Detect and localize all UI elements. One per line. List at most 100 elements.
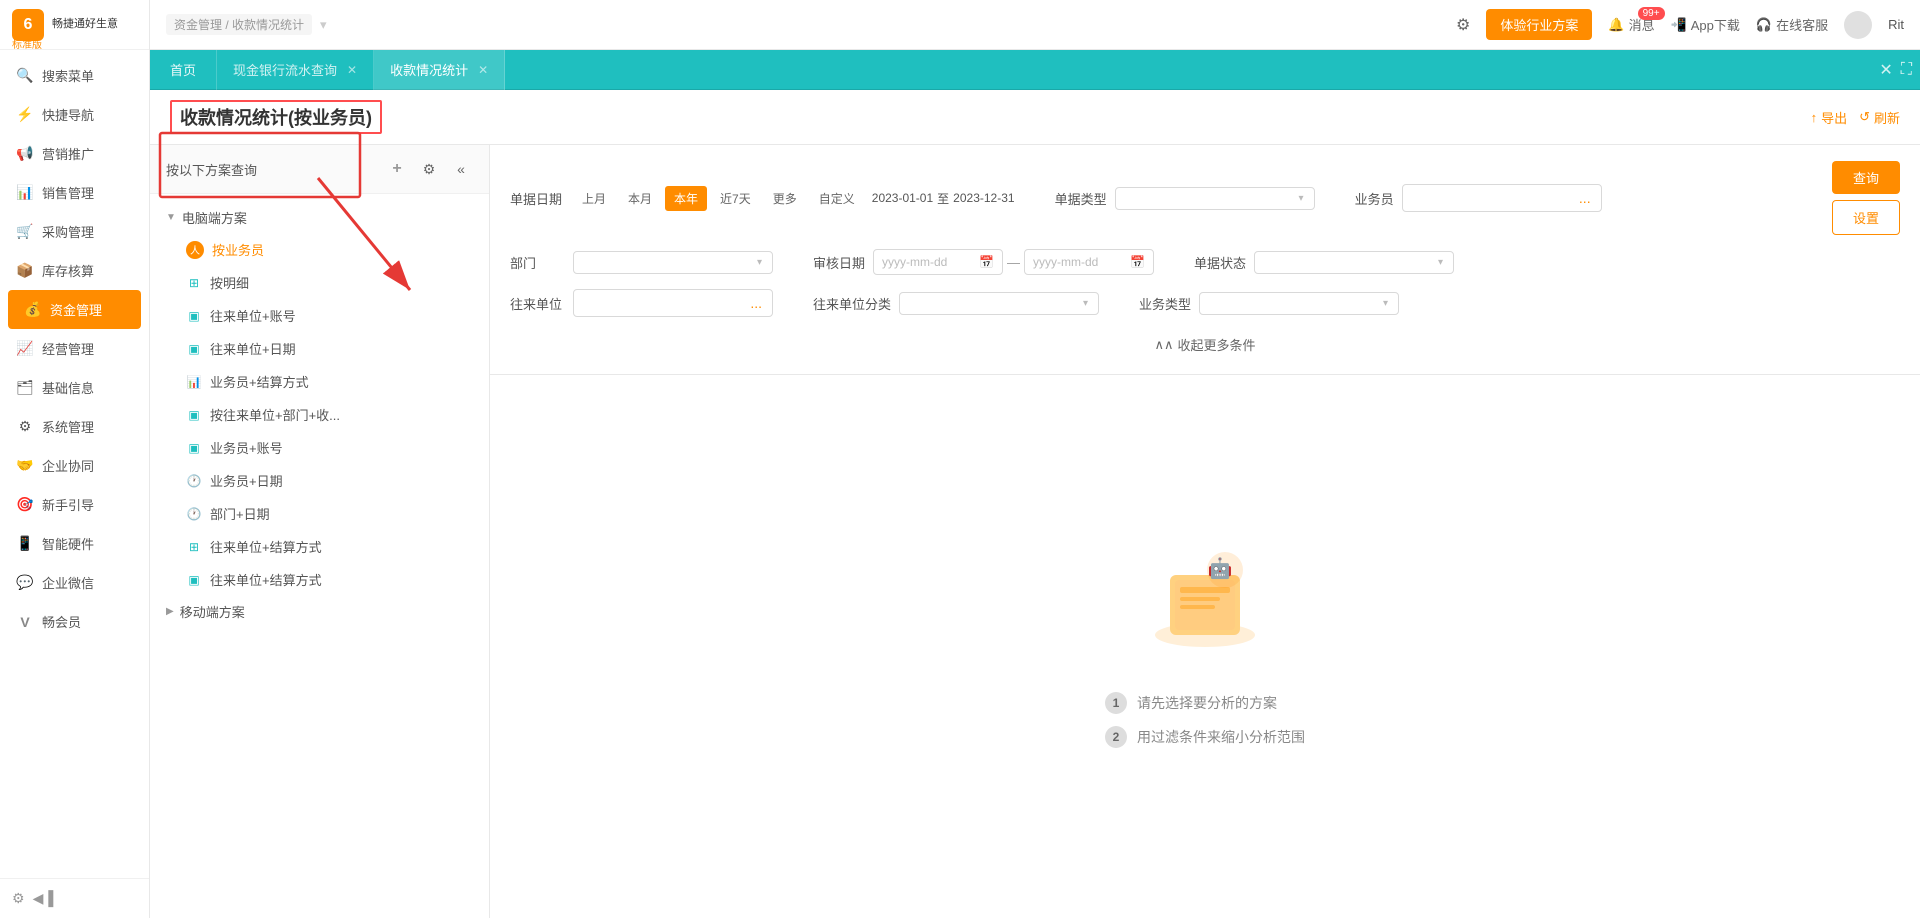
sidebar-item-guide[interactable]: 🎯 新手引导 [0, 485, 149, 524]
dept-select[interactable]: ▾ [573, 251, 773, 274]
review-date-start-placeholder: yyyy-mm-dd [882, 255, 947, 269]
sidebar-item-cooperation[interactable]: 🤝 企业协同 [0, 446, 149, 485]
review-date-end-input[interactable]: yyyy-mm-dd 📅 [1024, 249, 1154, 275]
date-range-separator: 至 [937, 190, 949, 207]
settings-button[interactable]: 设置 [1832, 200, 1900, 235]
inventory-nav-icon: 📦 [16, 262, 34, 280]
tab-receipts[interactable]: 收款情况统计 ✕ [374, 50, 505, 90]
page-title: 收款情况统计(按业务员) [170, 100, 382, 134]
sidebar-item-finance[interactable]: 💰 资金管理 [8, 290, 141, 329]
salesman-more-icon[interactable]: ... [1579, 190, 1591, 206]
tab-receipts-close-icon[interactable]: ✕ [478, 63, 488, 77]
sidebar-item-label: 经营管理 [42, 339, 94, 358]
sidebar-item-basic[interactable]: 🗂 基础信息 [0, 368, 149, 407]
desktop-group-header[interactable]: ▼ 电脑端方案 [150, 202, 489, 233]
bell-icon: 🔔 [1608, 17, 1624, 33]
sidebar-item-hardware[interactable]: 📱 智能硬件 [0, 524, 149, 563]
gear-icon[interactable]: ⚙ [1456, 15, 1470, 35]
doc-type-select[interactable]: ▾ [1115, 187, 1315, 210]
scheme-by-salesman[interactable]: 人 按业务员 [150, 233, 489, 266]
date-range-display: 2023-01-01 至 2023-12-31 [872, 190, 1015, 207]
calendar-end-icon: 📅 [1130, 255, 1145, 269]
partner-select[interactable]: ... [573, 289, 773, 317]
desktop-scheme-group: ▼ 电脑端方案 人 按业务员 ⊞ 按明细 ▣ [150, 202, 489, 596]
salesman-account-scheme-icon: ▣ [186, 440, 202, 456]
user-name: Rit [1888, 17, 1904, 32]
partner-cat-select[interactable]: ▾ [899, 292, 1099, 315]
query-button[interactable]: 查询 [1832, 161, 1900, 194]
scheme-by-salesman-date[interactable]: 🕐 业务员+日期 [150, 464, 489, 497]
scheme-by-unit-settle1[interactable]: ⊞ 往来单位+结算方式 [150, 530, 489, 563]
tab-bank[interactable]: 现金银行流水查询 ✕ [217, 50, 374, 90]
biz-type-select[interactable]: ▾ [1199, 292, 1399, 315]
biz-type-chevron-icon: ▾ [1383, 298, 1388, 309]
sidebar-item-search[interactable]: 🔍 搜索菜单 [0, 56, 149, 95]
sidebar-item-inventory[interactable]: 📦 库存核算 [0, 251, 149, 290]
scheme-by-unit-date[interactable]: ▣ 往来单位+日期 [150, 332, 489, 365]
sidebar-item-shortcuts[interactable]: ⚡ 快捷导航 [0, 95, 149, 134]
scheme-by-salesman-settle[interactable]: 📊 业务员+结算方式 [150, 365, 489, 398]
settings-footer-btn[interactable]: ⚙ [12, 890, 25, 907]
date-range-start: 2023-01-01 [872, 191, 933, 205]
calendar-start-icon: 📅 [979, 255, 994, 269]
sidebar-item-wechat[interactable]: 💬 企业微信 [0, 563, 149, 602]
sidebar-item-member[interactable]: V 畅会员 [0, 602, 149, 641]
salesman-filter-field: 业务员 ... [1355, 184, 1602, 212]
export-button[interactable]: ↑ 导出 [1811, 108, 1848, 127]
step-1-number: 1 [1105, 692, 1127, 714]
doc-status-select[interactable]: ▾ [1254, 251, 1454, 274]
sidebar-item-label: 资金管理 [50, 300, 102, 319]
tab-bank-close-icon[interactable]: ✕ [347, 63, 357, 77]
date-tab-more[interactable]: 更多 [764, 186, 806, 211]
date-tab-last-month[interactable]: 上月 [573, 186, 615, 211]
scheme-by-unit-account[interactable]: ▣ 往来单位+账号 [150, 299, 489, 332]
date-label: 单据日期 [510, 189, 565, 208]
date-tab-custom[interactable]: 自定义 [810, 186, 864, 211]
date-tab-this-year[interactable]: 本年 [665, 186, 707, 211]
chevron-up-icon: ∧∧ [1154, 337, 1173, 353]
scheme-by-salesman-account[interactable]: ▣ 业务员+账号 [150, 431, 489, 464]
scheme-settings-icon[interactable]: ⚙ [417, 157, 441, 181]
sidebar-item-system[interactable]: ⚙ 系统管理 [0, 407, 149, 446]
review-date-start-input[interactable]: yyyy-mm-dd 📅 [873, 249, 1003, 275]
scheme-by-unit-settle2[interactable]: ▣ 往来单位+结算方式 [150, 563, 489, 596]
message-area[interactable]: 🔔 消息 99+ [1608, 15, 1654, 34]
tab-home[interactable]: 首页 [150, 50, 217, 90]
date-tab-7days[interactable]: 近7天 [711, 186, 760, 211]
partner-more-icon[interactable]: ... [750, 295, 762, 311]
collapse-conditions-button[interactable]: ∧∧ 收起更多条件 [1146, 331, 1263, 358]
chevron-down-icon: ▾ [320, 17, 327, 33]
add-scheme-button[interactable]: + [385, 157, 409, 181]
salesman-select[interactable]: ... [1402, 184, 1602, 212]
app-download-link[interactable]: 📲 App下载 [1671, 15, 1740, 34]
date-tab-this-month[interactable]: 本月 [619, 186, 661, 211]
sidebar-item-sales[interactable]: 📊 销售管理 [0, 173, 149, 212]
unit-dept-scheme-icon: ▣ [186, 407, 202, 423]
scheme-by-detail[interactable]: ⊞ 按明细 [150, 266, 489, 299]
dept-label: 部门 [510, 253, 565, 272]
user-avatar[interactable] [1844, 11, 1872, 39]
trial-button[interactable]: 体验行业方案 [1486, 9, 1592, 40]
tab-right-controls: ✕ ⛶ [1879, 60, 1920, 80]
collapse-panel-icon[interactable]: « [449, 157, 473, 181]
scheme-label: 业务员+日期 [210, 471, 283, 490]
scheme-by-dept-date[interactable]: 🕐 部门+日期 [150, 497, 489, 530]
sidebar-item-marketing[interactable]: 📢 营销推广 [0, 134, 149, 173]
scheme-label: 业务员+账号 [210, 438, 283, 457]
refresh-button[interactable]: ↺ 刷新 [1859, 108, 1900, 127]
scheme-by-unit-dept[interactable]: ▣ 按往来单位+部门+收... [150, 398, 489, 431]
sidebar-item-purchase[interactable]: 🛒 采购管理 [0, 212, 149, 251]
mobile-group-header[interactable]: ▶ 移动端方案 [150, 596, 489, 627]
online-service-link[interactable]: 🎧 在线客服 [1756, 15, 1828, 34]
collapse-footer-btn[interactable]: ◀▐ [33, 890, 54, 907]
title-actions: ↑ 导出 ↺ 刷新 [1811, 108, 1900, 127]
sidebar-item-operation[interactable]: 📈 经营管理 [0, 329, 149, 368]
date-filter-field: 单据日期 上月 本月 本年 近7天 更多 自定义 2023-01-01 [510, 186, 1015, 211]
window-expand-icon[interactable]: ⛶ [1901, 61, 1912, 79]
date-tabs-group: 上月 本月 本年 近7天 更多 自定义 [573, 186, 864, 211]
partner-filter-field: 往来单位 ... [510, 289, 773, 317]
scheme-label: 按业务员 [212, 240, 264, 259]
dept-date-scheme-icon: 🕐 [186, 506, 202, 522]
unit-settle2-scheme-icon: ▣ [186, 572, 202, 588]
window-close-icon[interactable]: ✕ [1879, 60, 1892, 80]
